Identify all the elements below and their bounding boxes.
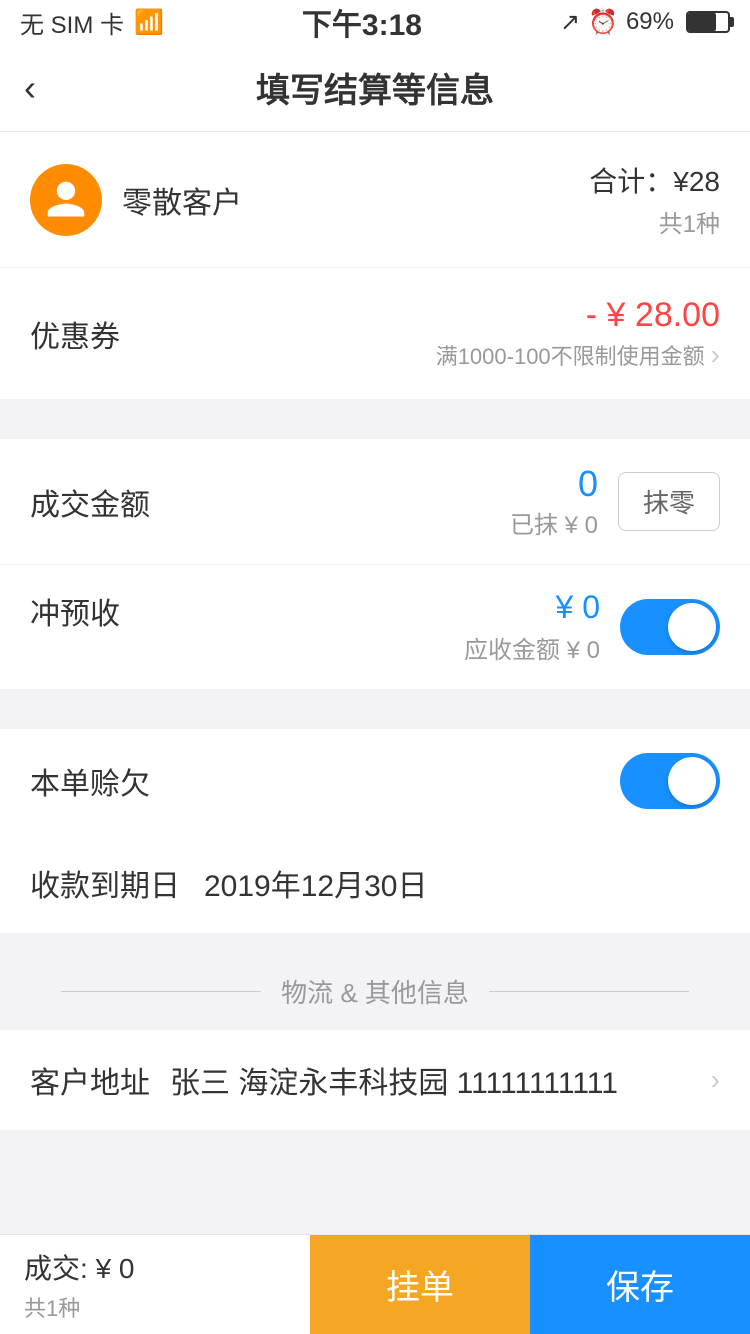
address-row[interactable]: 客户地址 张三 海淀永丰科技园 11111111111 › xyxy=(0,1030,750,1130)
bottom-count: 共1种 xyxy=(24,1291,286,1323)
deal-section: 成交金额 0 已抹 ¥ 0 抹零 冲预收 ¥ 0 应收金额 ¥ 0 xyxy=(0,439,750,689)
deal-amount-right: 0 已抹 ¥ 0 抹零 xyxy=(510,463,720,540)
status-bar-left: 无 SIM 卡 📶 xyxy=(20,5,164,40)
round-zero-button[interactable]: 抹零 xyxy=(618,472,720,531)
page-title: 填写结算等信息 xyxy=(256,63,494,112)
deal-amount-value[interactable]: 0 xyxy=(510,463,598,505)
debt-toggle[interactable] xyxy=(620,753,720,809)
address-label: 客户地址 xyxy=(30,1058,150,1102)
back-button[interactable]: ‹ xyxy=(24,67,36,109)
bottom-summary: 成交: ¥ 0 共1种 xyxy=(0,1235,310,1334)
address-value: 张三 海淀永丰科技园 11111111111 xyxy=(170,1058,618,1102)
prepayment-amounts: ¥ 0 应收金额 ¥ 0 xyxy=(464,589,600,665)
debt-row: 本单赊欠 xyxy=(0,729,750,833)
customer-left: 零散客户 xyxy=(30,164,242,236)
carrier-text: 无 SIM 卡 xyxy=(20,5,124,40)
debt-label: 本单赊欠 xyxy=(30,759,150,803)
user-icon xyxy=(44,178,88,222)
total-amount: 合计：¥28 xyxy=(589,160,720,200)
status-bar: 无 SIM 卡 📶 下午3:18 ↗ ⏰ 69% xyxy=(0,0,750,44)
location-icon: ↗ xyxy=(560,8,580,37)
prepayment-label: 冲预收 xyxy=(30,589,120,665)
customer-row: 零散客户 合计：¥28 共1种 xyxy=(0,132,750,267)
battery-icon xyxy=(686,11,730,33)
coupon-discount: - ¥ 28.00 xyxy=(436,296,720,335)
prepayment-receivable: 应收金额 ¥ 0 xyxy=(464,630,600,665)
due-date-row: 收款到期日 2019年12月30日 xyxy=(0,833,750,933)
due-date-label: 收款到期日 xyxy=(30,861,180,905)
prepayment-amount: ¥ 0 xyxy=(464,589,600,626)
coupon-right: - ¥ 28.00 满1000-100不限制使用金额 › xyxy=(436,296,720,371)
status-bar-time: 下午3:18 xyxy=(302,0,422,44)
coupon-description: 满1000-100不限制使用金额 › xyxy=(436,339,720,371)
customer-total: 合计：¥28 共1种 xyxy=(589,160,720,239)
battery-percentage: 69% xyxy=(626,8,674,36)
bottom-bar: 成交: ¥ 0 共1种 挂单 保存 xyxy=(0,1234,750,1334)
prepayment-row: 冲预收 ¥ 0 应收金额 ¥ 0 xyxy=(0,565,750,689)
save-button[interactable]: 保存 xyxy=(530,1235,750,1334)
prepayment-toggle[interactable] xyxy=(620,599,720,655)
wifi-icon: 📶 xyxy=(134,8,164,37)
due-date-value[interactable]: 2019年12月30日 xyxy=(204,861,427,905)
customer-section: 零散客户 合计：¥28 共1种 优惠券 - ¥ 28.00 满1000-100不… xyxy=(0,132,750,399)
nav-bar: ‹ 填写结算等信息 xyxy=(0,44,750,132)
deal-amount-label: 成交金额 xyxy=(30,480,150,524)
alarm-icon: ⏰ xyxy=(588,8,618,37)
customer-avatar xyxy=(30,164,102,236)
bottom-deal-amount: 成交: ¥ 0 xyxy=(24,1247,286,1287)
address-left: 客户地址 张三 海淀永丰科技园 11111111111 xyxy=(30,1058,618,1102)
deal-amount-sub: 已抹 ¥ 0 xyxy=(510,505,598,540)
status-bar-right: ↗ ⏰ 69% xyxy=(560,8,730,37)
customer-name: 零散客户 xyxy=(122,178,242,222)
address-chevron-icon: › xyxy=(711,1064,720,1096)
coupon-label: 优惠券 xyxy=(30,312,120,356)
logistics-header-text: 物流 & 其他信息 xyxy=(281,973,469,1010)
divider-2 xyxy=(0,709,750,729)
coupon-chevron-icon: › xyxy=(711,339,720,371)
deal-amount-row: 成交金额 0 已抹 ¥ 0 抹零 xyxy=(0,439,750,565)
total-count: 共1种 xyxy=(589,204,720,239)
logistics-header: 物流 & 其他信息 xyxy=(0,953,750,1030)
hold-button[interactable]: 挂单 xyxy=(310,1235,530,1334)
address-section: 客户地址 张三 海淀永丰科技园 11111111111 › xyxy=(0,1030,750,1130)
content: 零散客户 合计：¥28 共1种 优惠券 - ¥ 28.00 满1000-100不… xyxy=(0,132,750,1250)
coupon-row[interactable]: 优惠券 - ¥ 28.00 满1000-100不限制使用金额 › xyxy=(0,267,750,399)
debt-section: 本单赊欠 收款到期日 2019年12月30日 xyxy=(0,729,750,933)
divider-1 xyxy=(0,419,750,439)
